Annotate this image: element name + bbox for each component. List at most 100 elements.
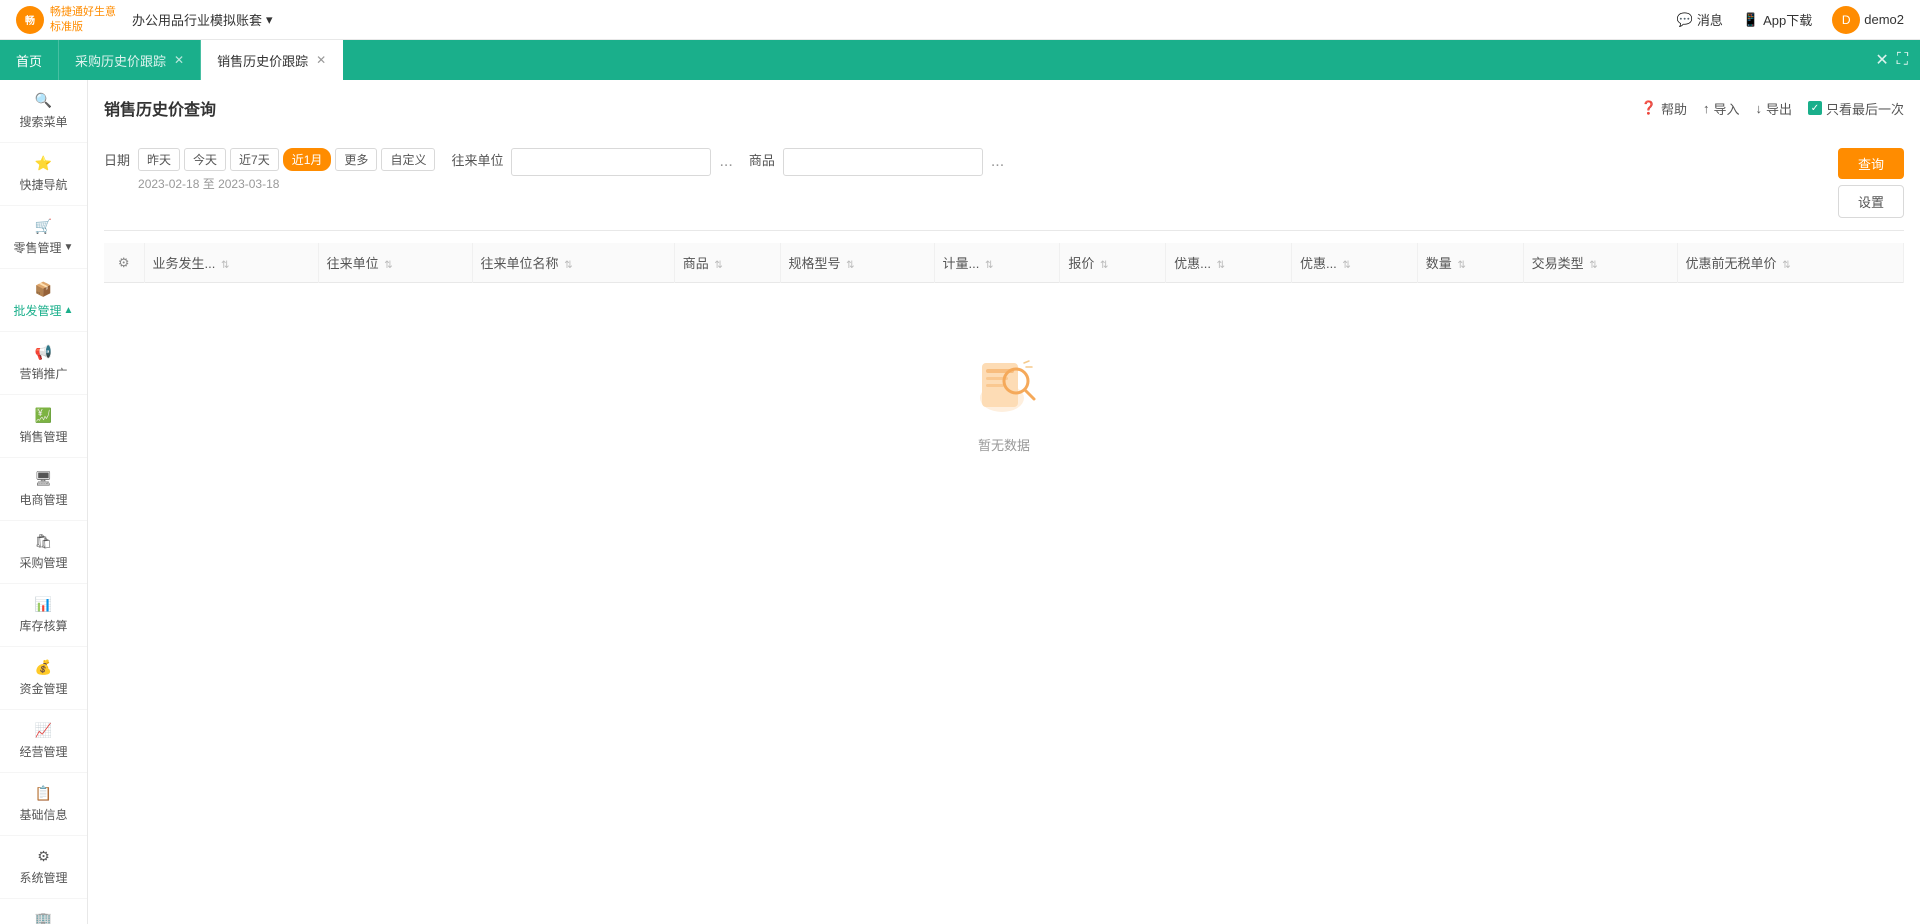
tab-sales-history[interactable]: 销售历史价跟踪 ✕ [201, 40, 343, 80]
marketing-icon: 📢 [35, 344, 52, 361]
th-unit-name[interactable]: 往来单位名称 ⇅ [472, 243, 674, 283]
sidebar-item-inventory[interactable]: 📊 库存核算 [0, 584, 87, 647]
date-btn-7days[interactable]: 近7天 [230, 148, 279, 171]
sort-arrows-icon: ⇅ [221, 260, 229, 271]
sidebar-item-operations[interactable]: 📈 经营管理 [0, 710, 87, 773]
app-selector[interactable]: 办公用品行业模拟账套 ▾ [124, 6, 281, 33]
operations-icon: 📈 [35, 722, 52, 739]
close-all-tabs-icon[interactable]: ✕ [1875, 50, 1888, 70]
sidebar-item-system[interactable]: ⚙ 系统管理 [0, 836, 87, 899]
ecommerce-icon: 🖥 [35, 470, 53, 487]
page-header: 销售历史价查询 ❓ 帮助 ↑ 导入 ↓ 导出 ✓ [104, 96, 1904, 120]
download-icon: 📱 [1743, 12, 1759, 28]
gear-icon[interactable]: ⚙ [118, 255, 130, 270]
th-biz-date[interactable]: 业务发生... ⇅ [144, 243, 318, 283]
sort-arrows-icon: ⇅ [714, 260, 722, 271]
th-gear[interactable]: ⚙ [104, 243, 144, 283]
setting-button[interactable]: 设置 [1838, 185, 1904, 218]
main-layout: 🔍 搜索菜单 ⭐ 快捷导航 🛒 零售管理 ▼ 📦 批发管理 ▲ 📢 营销推广 [0, 80, 1920, 924]
sidebar-item-purchase[interactable]: 🛍 采购管理 [0, 521, 87, 584]
help-action[interactable]: ❓ 帮助 [1641, 99, 1687, 118]
product-dots-icon[interactable]: ... [991, 153, 1004, 171]
empty-text: 暂无数据 [978, 435, 1030, 454]
sidebar: 🔍 搜索菜单 ⭐ 快捷导航 🛒 零售管理 ▼ 📦 批发管理 ▲ 📢 营销推广 [0, 80, 88, 924]
table-head: ⚙ 业务发生... ⇅ 往来单位 ⇅ 往来单位名称 [104, 243, 1904, 283]
date-btn-more[interactable]: 更多 [335, 148, 377, 171]
page-content: 销售历史价查询 ❓ 帮助 ↑ 导入 ↓ 导出 ✓ [88, 80, 1920, 924]
th-pretax-price[interactable]: 优惠前无税单价 ⇅ [1677, 243, 1903, 283]
th-quote[interactable]: 报价 ⇅ [1060, 243, 1166, 283]
avatar: D [1832, 6, 1860, 34]
page-actions: ❓ 帮助 ↑ 导入 ↓ 导出 ✓ 只看最后一次 [1641, 99, 1904, 118]
sidebar-item-marketing[interactable]: 📢 营销推广 [0, 332, 87, 395]
product-input[interactable] [783, 148, 983, 176]
sort-arrows-icon: ⇅ [1589, 260, 1597, 271]
date-range-display: 2023-02-18 至 2023-03-18 [138, 175, 435, 192]
sort-arrows-icon: ⇅ [1342, 260, 1350, 271]
sidebar-item-enterprise[interactable]: 🏢 企业协同 [0, 899, 87, 924]
date-btn-today[interactable]: 今天 [184, 148, 226, 171]
date-buttons: 昨天 今天 近7天 近1月 更多 自定义 2023-02-18 至 2023-0… [138, 148, 435, 192]
date-btn-1month[interactable]: 近1月 [283, 148, 332, 171]
sort-arrows-icon: ⇅ [384, 260, 392, 271]
top-header: 畅 畅捷通好生意 标准版 办公用品行业模拟账套 ▾ 💬 消息 📱 App下载 D… [0, 0, 1920, 40]
unit-input[interactable] [511, 148, 711, 176]
inventory-icon: 📊 [35, 596, 52, 613]
tab-purchase-history[interactable]: 采购历史价跟踪 ✕ [59, 40, 201, 80]
close-tab-purchase-icon[interactable]: ✕ [174, 54, 184, 66]
unit-label: 往来单位 [451, 148, 503, 169]
th-trade-type[interactable]: 交易类型 ⇅ [1523, 243, 1677, 283]
tab-home[interactable]: 首页 [0, 40, 59, 80]
tab-bar: 首页 采购历史价跟踪 ✕ 销售历史价跟踪 ✕ ✕ ⛶ [0, 40, 1920, 80]
wholesale-icon: 📦 [35, 281, 52, 298]
enterprise-icon: 🏢 [35, 911, 52, 924]
sidebar-item-search[interactable]: 🔍 搜索菜单 [0, 80, 87, 143]
date-btn-yesterday[interactable]: 昨天 [138, 148, 180, 171]
import-action[interactable]: ↑ 导入 [1703, 99, 1740, 118]
sidebar-item-finance[interactable]: 💰 资金管理 [0, 647, 87, 710]
query-button[interactable]: 查询 [1838, 148, 1904, 179]
close-tab-sales-icon[interactable]: ✕ [316, 54, 326, 66]
sort-arrows-icon: ⇅ [1457, 260, 1465, 271]
sidebar-item-ecommerce[interactable]: 🖥 电商管理 [0, 458, 87, 521]
unit-dots-icon[interactable]: ... [719, 153, 732, 171]
last-only-checkbox-label[interactable]: ✓ 只看最后一次 [1808, 99, 1904, 118]
sort-arrows-icon: ⇅ [564, 260, 572, 271]
th-unit[interactable]: 计量... ⇅ [934, 243, 1060, 283]
import-icon: ↑ [1703, 101, 1710, 116]
header-left: 畅 畅捷通好生意 标准版 办公用品行业模拟账套 ▾ [16, 5, 281, 34]
export-action[interactable]: ↓ 导出 [1755, 99, 1792, 118]
th-product[interactable]: 商品 ⇅ [674, 243, 780, 283]
th-discount1[interactable]: 优惠... ⇅ [1166, 243, 1292, 283]
product-input-group: ... [783, 148, 1004, 176]
sidebar-item-sales[interactable]: 💹 销售管理 [0, 395, 87, 458]
sort-arrows-icon: ⇅ [985, 260, 993, 271]
sidebar-item-retail[interactable]: 🛒 零售管理 ▼ [0, 206, 87, 269]
svg-text:畅: 畅 [25, 14, 35, 27]
sidebar-item-basic[interactable]: 📋 基础信息 [0, 773, 87, 836]
logo-text: 畅捷通好生意 标准版 [50, 5, 116, 34]
chevron-up-icon: ▲ [64, 305, 74, 316]
th-spec[interactable]: 规格型号 ⇅ [780, 243, 934, 283]
checkbox-checked-icon: ✓ [1808, 101, 1822, 115]
system-icon: ⚙ [37, 848, 50, 865]
logo-area: 畅 畅捷通好生意 标准版 [16, 5, 116, 34]
message-action[interactable]: 💬 消息 [1677, 10, 1723, 29]
table-header-row: ⚙ 业务发生... ⇅ 往来单位 ⇅ 往来单位名称 [104, 243, 1904, 283]
th-discount2[interactable]: 优惠... ⇅ [1291, 243, 1417, 283]
app-download-action[interactable]: 📱 App下载 [1743, 10, 1812, 29]
date-btn-custom[interactable]: 自定义 [381, 148, 435, 171]
search-icon: 🔍 [35, 92, 52, 109]
maximize-icon[interactable]: ⛶ [1897, 51, 1908, 69]
table-wrapper: ⚙ 业务发生... ⇅ 往来单位 ⇅ 往来单位名称 [104, 243, 1904, 908]
sort-arrows-icon: ⇅ [1217, 260, 1225, 271]
content-area: 销售历史价查询 ❓ 帮助 ↑ 导入 ↓ 导出 ✓ [88, 80, 1920, 924]
th-unit-code[interactable]: 往来单位 ⇅ [318, 243, 472, 283]
chevron-down-icon: ▼ [64, 242, 74, 253]
date-filter-group: 日期 昨天 今天 近7天 近1月 更多 自定义 2023-02-18 至 202… [104, 148, 435, 192]
user-action[interactable]: D demo2 [1832, 6, 1904, 34]
th-quantity[interactable]: 数量 ⇅ [1417, 243, 1523, 283]
tab-bar-right: ✕ ⛶ [1875, 50, 1920, 70]
sidebar-item-quick-nav[interactable]: ⭐ 快捷导航 [0, 143, 87, 206]
sidebar-item-wholesale[interactable]: 📦 批发管理 ▲ [0, 269, 87, 332]
